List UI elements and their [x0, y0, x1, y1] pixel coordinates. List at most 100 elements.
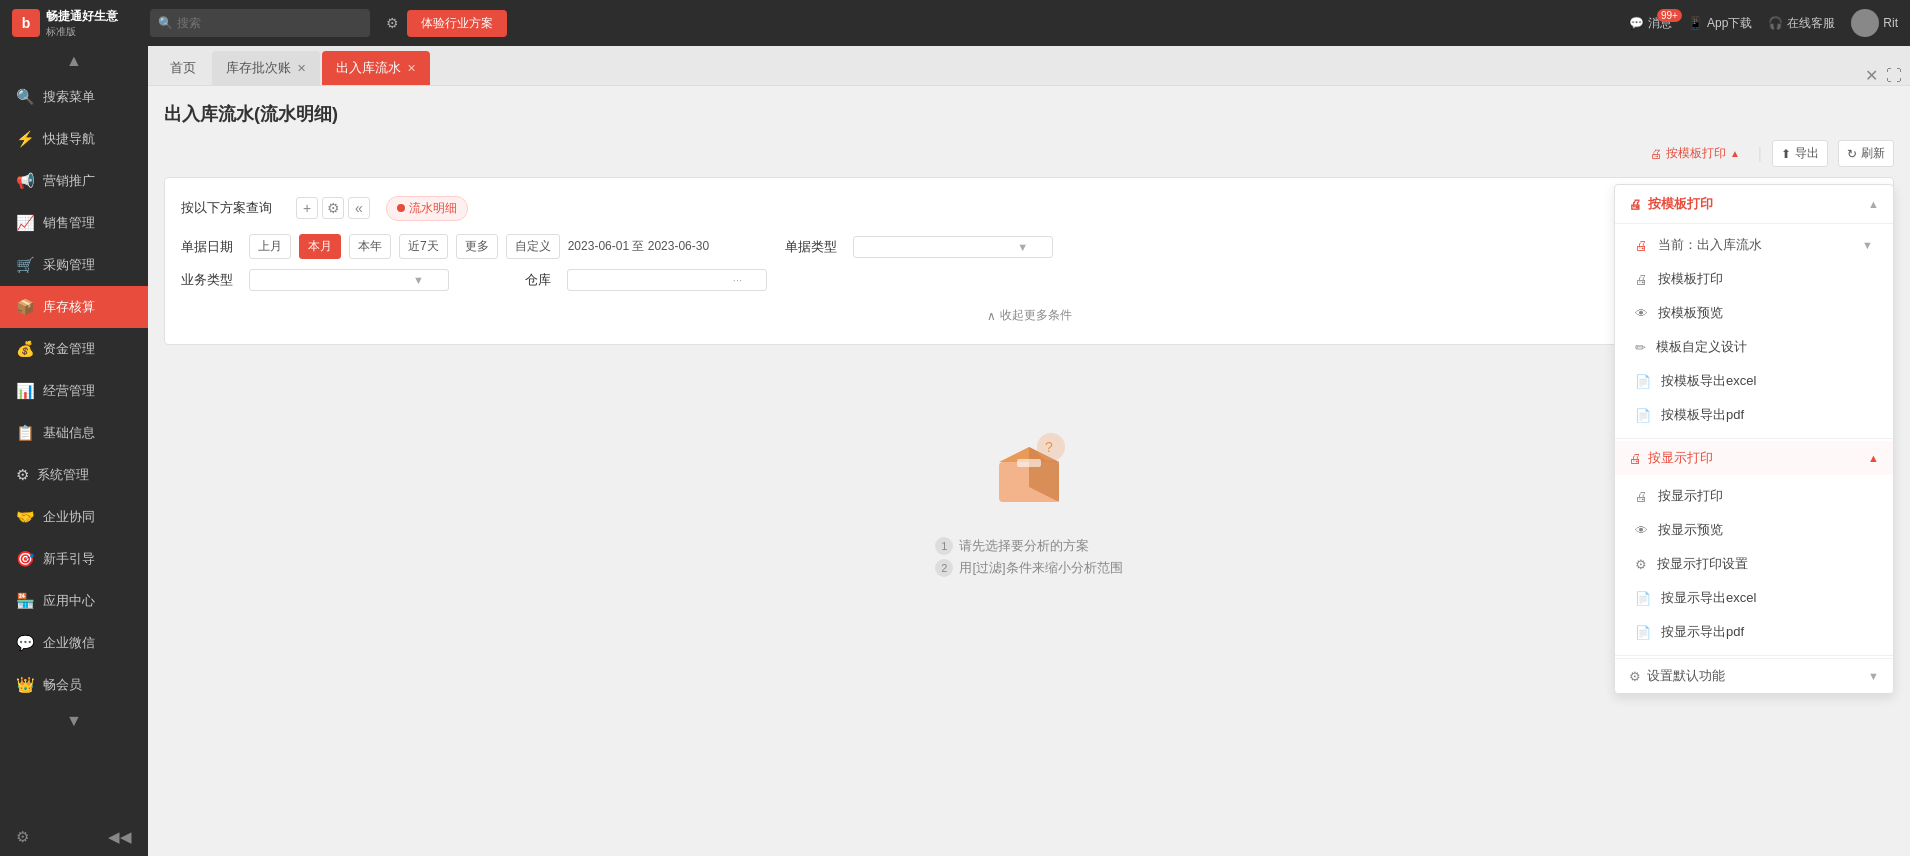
tab-inventory-batch[interactable]: 库存批次账 ✕ — [212, 51, 320, 85]
top-search-box[interactable]: 🔍 — [150, 9, 370, 37]
sidebar-item-search[interactable]: 🔍 搜索菜单 — [0, 76, 148, 118]
megaphone-icon: 📢 — [16, 172, 35, 190]
gear-icon: ⚙ — [16, 466, 29, 484]
filter-add-btn[interactable]: + — [296, 197, 318, 219]
footer-settings-icon: ⚙ — [1629, 669, 1641, 684]
refresh-icon: ↻ — [1847, 147, 1857, 161]
search-icon: 🔍 — [158, 16, 173, 30]
chevron-down-footer[interactable]: ▼ — [1868, 670, 1879, 682]
sidebar: ▲ 🔍 搜索菜单 ⚡ 快捷导航 📢 营销推广 📈 销售管理 🛒 采购管理 📦 库… — [0, 46, 148, 856]
dropdown-display-header[interactable]: 🖨 按显示打印 ▲ — [1615, 441, 1893, 475]
pdf-icon: 📄 — [1635, 408, 1651, 423]
sidebar-item-app-center[interactable]: 🏪 应用中心 — [0, 580, 148, 622]
export-icon: ⬆ — [1781, 147, 1791, 161]
user-avatar-btn[interactable]: Rit — [1851, 9, 1898, 37]
date-last-month[interactable]: 上月 — [249, 234, 291, 259]
sidebar-item-basic[interactable]: 📋 基础信息 — [0, 412, 148, 454]
tab-close-all-icon[interactable]: ✕ — [1865, 66, 1878, 85]
dropdown-template-preview[interactable]: 👁 按模板预览 — [1615, 296, 1893, 330]
tab-close-inout-flow[interactable]: ✕ — [407, 62, 416, 75]
date-this-month[interactable]: 本月 — [299, 234, 341, 259]
dropdown-template-pdf[interactable]: 📄 按模板导出pdf — [1615, 398, 1893, 432]
chevron-up-display[interactable]: ▲ — [1868, 452, 1879, 464]
step-1-num: 1 — [935, 537, 953, 555]
tab-close-inventory-batch[interactable]: ✕ — [297, 62, 306, 75]
template-section: 🖨 当前：出入库流水 ▼ 🖨 按模板打印 👁 按模板预览 — [1615, 224, 1893, 436]
dropdown-template-print[interactable]: 🖨 按模板打印 — [1615, 262, 1893, 296]
messages-btn[interactable]: 💬 消息 99+ — [1629, 15, 1672, 32]
print-icon: 🖨 — [1650, 147, 1662, 161]
excel-icon: 📄 — [1635, 374, 1651, 389]
sidebar-item-wechat[interactable]: 💬 企业微信 — [0, 622, 148, 664]
dropdown-template-excel[interactable]: 📄 按模板导出excel — [1615, 364, 1893, 398]
crown-icon: 👑 — [16, 676, 35, 694]
tab-expand-icon[interactable]: ⛶ — [1886, 67, 1902, 85]
search-input[interactable] — [177, 16, 362, 30]
dropdown-display-pdf[interactable]: 📄 按显示导出pdf — [1615, 615, 1893, 649]
bottom-settings-icon[interactable]: ⚙ — [16, 828, 29, 846]
filter-add-btns: + ⚙ « — [296, 197, 370, 219]
app-download-btn[interactable]: 📱 App下载 — [1688, 15, 1752, 32]
clipboard-icon: 📋 — [16, 424, 35, 442]
date-more[interactable]: 更多 — [456, 234, 498, 259]
online-service-btn[interactable]: 🎧 在线客服 — [1768, 15, 1835, 32]
svg-text:?: ? — [1045, 439, 1053, 455]
warehouse-label: 仓库 — [525, 271, 551, 289]
settings-icon[interactable]: ⚙ — [386, 15, 399, 31]
sidebar-item-operations[interactable]: 📊 经营管理 — [0, 370, 148, 412]
sidebar-item-finance[interactable]: 💰 资金管理 — [0, 328, 148, 370]
refresh-btn[interactable]: ↻ 刷新 — [1838, 140, 1894, 167]
chevron-up-icon: ▲ — [1730, 148, 1740, 159]
sidebar-item-member[interactable]: 👑 畅会员 — [0, 664, 148, 706]
business-type-select[interactable]: ▼ — [249, 269, 449, 291]
sidebar-item-inventory[interactable]: 📦 库存核算 — [0, 286, 148, 328]
voucher-type-select[interactable]: ▼ — [853, 236, 1053, 258]
sidebar-item-enterprise[interactable]: 🤝 企业协同 — [0, 496, 148, 538]
toolbar-row: 🖨 按模板打印 ▲ | ⬆ 导出 ↻ 刷新 — [164, 140, 1894, 167]
sidebar-item-sales[interactable]: 📈 销售管理 — [0, 202, 148, 244]
headset-icon: 🎧 — [1768, 16, 1783, 30]
date-last-7[interactable]: 近7天 — [399, 234, 448, 259]
chevron-down-business: ▼ — [413, 274, 424, 286]
filter-settings-btn[interactable]: ⚙ — [322, 197, 344, 219]
sidebar-item-purchase[interactable]: 🛒 采购管理 — [0, 244, 148, 286]
chip-dot — [397, 204, 405, 212]
date-custom[interactable]: 自定义 — [506, 234, 560, 259]
chevron-down-current[interactable]: ▼ — [1862, 239, 1873, 251]
collapse-more-btn[interactable]: ∧ 收起更多条件 — [987, 301, 1072, 330]
filter-chip[interactable]: 流水明细 — [386, 196, 468, 221]
display-print-icon: 🖨 — [1635, 489, 1648, 504]
content-area: 首页 库存批次账 ✕ 出入库流水 ✕ ✕ ⛶ 出入库流水(流水明细) — [148, 46, 1910, 856]
sidebar-item-quick-nav[interactable]: ⚡ 快捷导航 — [0, 118, 148, 160]
dropdown-display-print[interactable]: 🖨 按显示打印 — [1615, 479, 1893, 513]
industry-btn[interactable]: 体验行业方案 — [407, 10, 507, 37]
tab-home[interactable]: 首页 — [156, 51, 210, 85]
sidebar-item-guide[interactable]: 🎯 新手引导 — [0, 538, 148, 580]
display-section: 🖨 按显示打印 👁 按显示预览 ⚙ 按显示打印设置 — [1615, 475, 1893, 653]
empty-svg: ? — [979, 417, 1079, 517]
sidebar-scroll-up[interactable]: ▲ — [0, 46, 148, 76]
sidebar-item-marketing[interactable]: 📢 营销推广 — [0, 160, 148, 202]
dropdown-template-custom[interactable]: ✏ 模板自定义设计 — [1615, 330, 1893, 364]
tab-inout-flow[interactable]: 出入库流水 ✕ — [322, 51, 430, 85]
filter-collapse-btn[interactable]: « — [348, 197, 370, 219]
sidebar-collapse-icon[interactable]: ◀◀ — [108, 828, 132, 846]
sidebar-scroll-down[interactable]: ▼ — [0, 706, 148, 736]
dropdown-header: 🖨 按模板打印 ▲ — [1615, 185, 1893, 224]
app-logo: b — [12, 9, 40, 37]
sidebar-item-system[interactable]: ⚙ 系统管理 — [0, 454, 148, 496]
export-btn[interactable]: ⬆ 导出 — [1772, 140, 1828, 167]
tab-bar: 首页 库存批次账 ✕ 出入库流水 ✕ ✕ ⛶ — [148, 46, 1910, 86]
download-icon: 📱 — [1688, 16, 1703, 30]
chevron-up-icon-dropdown[interactable]: ▲ — [1868, 198, 1879, 210]
tab-bar-right: ✕ ⛶ — [1865, 66, 1902, 85]
dropdown-footer[interactable]: ⚙ 设置默认功能 ▼ — [1615, 658, 1893, 693]
box-icon: 📦 — [16, 298, 35, 316]
print-template-btn[interactable]: 🖨 按模板打印 ▲ — [1642, 141, 1748, 166]
dropdown-display-settings[interactable]: ⚙ 按显示打印设置 — [1615, 547, 1893, 581]
separator: | — [1758, 145, 1762, 163]
warehouse-select[interactable]: ··· — [567, 269, 767, 291]
date-this-year[interactable]: 本年 — [349, 234, 391, 259]
dropdown-display-excel[interactable]: 📄 按显示导出excel — [1615, 581, 1893, 615]
dropdown-display-preview[interactable]: 👁 按显示预览 — [1615, 513, 1893, 547]
